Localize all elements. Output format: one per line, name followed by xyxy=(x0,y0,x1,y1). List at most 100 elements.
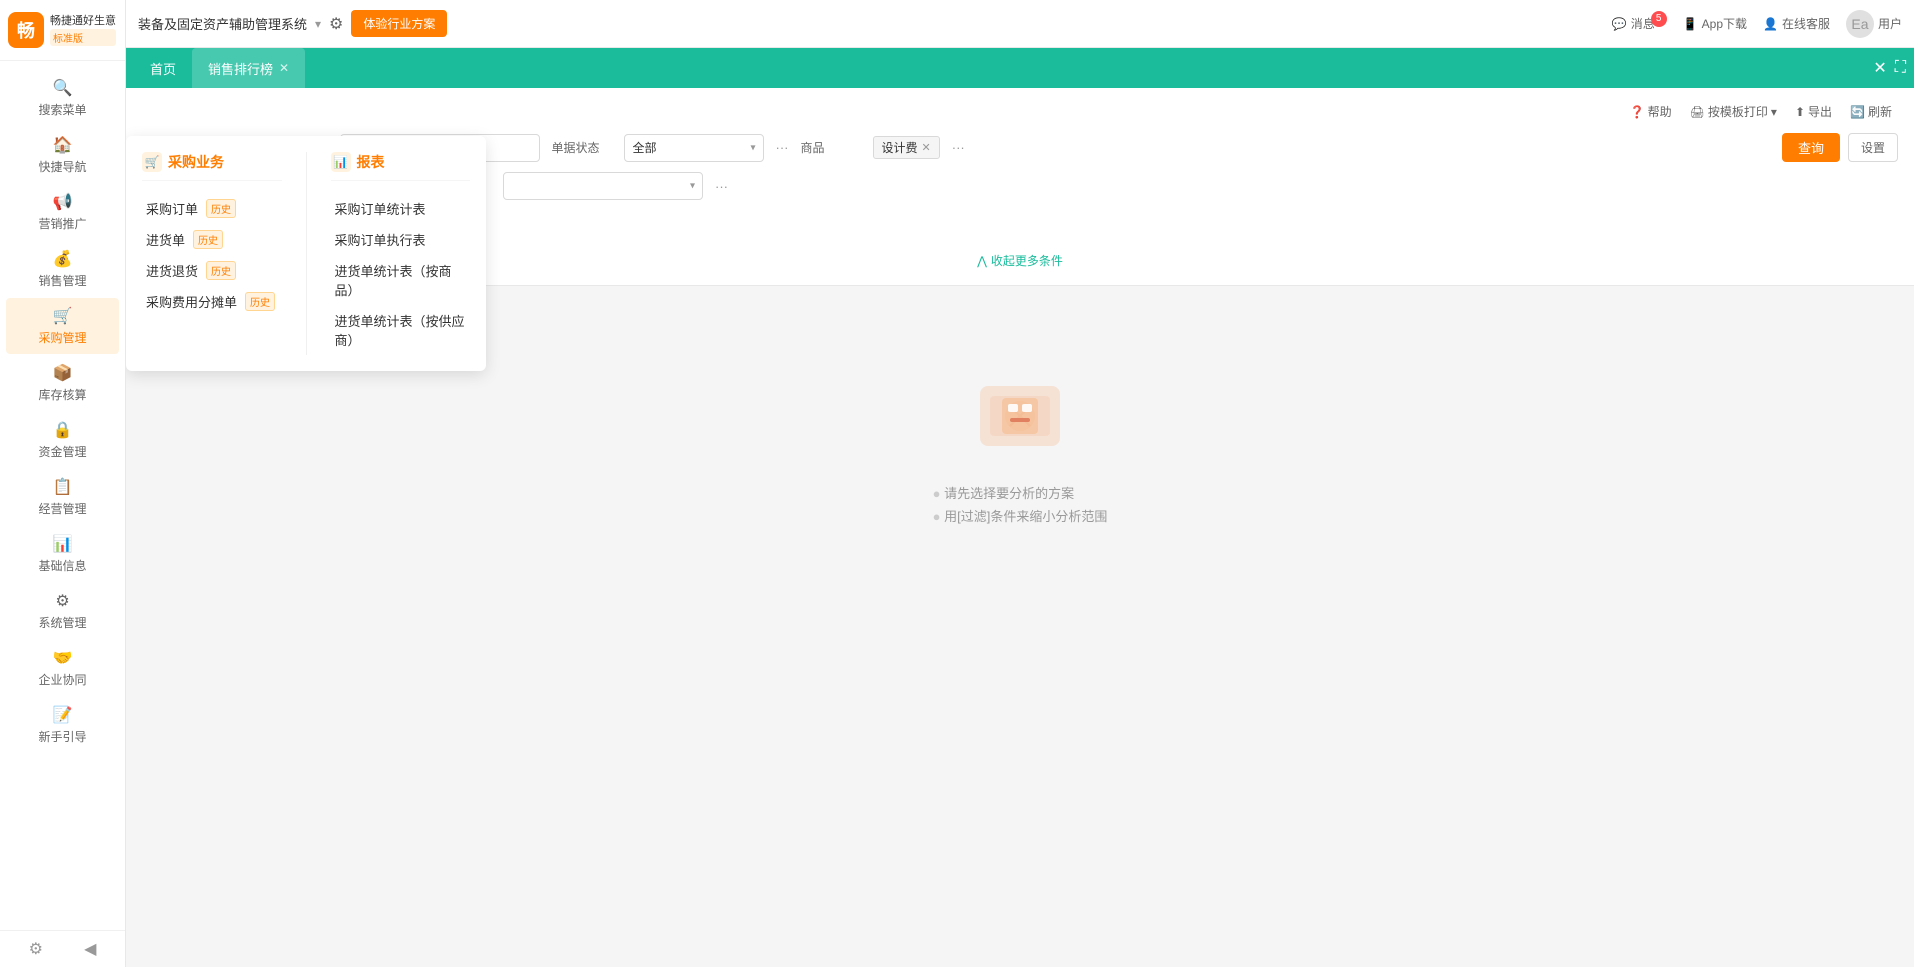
logo-icon: 畅 xyxy=(8,12,44,48)
dropdown-item-goods-in[interactable]: 进货单 历史 xyxy=(142,224,282,255)
empty-tips: 请先选择要分析的方案 用[过滤]条件来缩小分析范围 xyxy=(933,482,1108,529)
query-button[interactable]: 查询 xyxy=(1782,133,1840,162)
dropdown-purchase-title: 🛒 采购业务 xyxy=(142,152,282,181)
sidebar-menu: 🔍搜索菜单🏠快捷导航📢营销推广💰销售管理🛒采购管理📦库存核算🔒资金管理📋经营管理… xyxy=(0,61,125,930)
dropdown-item-goods-in-stat-by-supplier[interactable]: 进货单统计表（按供应商） xyxy=(331,305,471,355)
window-maximize-icon[interactable]: ⛶ xyxy=(1895,59,1906,77)
sidebar-item-operation[interactable]: 📋经营管理 xyxy=(6,469,119,525)
finance-icon: 🔒 xyxy=(53,420,73,440)
sidebar-item-search[interactable]: 🔍搜索菜单 xyxy=(6,70,119,126)
print-icon: 🖨 xyxy=(1690,105,1705,119)
search-icon: 🔍 xyxy=(53,78,73,98)
solution-button[interactable]: 体验行业方案 xyxy=(351,10,447,37)
sidebar-item-guide[interactable]: 📝新手引导 xyxy=(6,697,119,753)
content-area: ❓ 帮助 🖨 按模板打印 ▾ ⬆ 导出 🔄 刷新 xyxy=(126,88,1914,967)
sidebar-item-basic-info[interactable]: 📊基础信息 xyxy=(6,526,119,582)
tab-home[interactable]: 首页 xyxy=(134,48,192,88)
tabbar: 首页 销售排行榜 ✕ ✕ ⛶ xyxy=(126,48,1914,88)
voucher-status-select[interactable]: 全部 xyxy=(624,134,764,162)
voucher-status-select-wrap: 全部 xyxy=(624,134,764,162)
service-icon: 👤 xyxy=(1763,17,1778,31)
online-service-button[interactable]: 👤 在线客服 xyxy=(1763,15,1830,32)
dropdown-menu: 🛒 采购业务 采购订单 历史 进货单 历史 进货退货 历史 采购费用分摊单 xyxy=(126,136,486,371)
sidebar: 畅 畅捷通好生意 标准版 🔍搜索菜单🏠快捷导航📢营销推广💰销售管理🛒采购管理📦库… xyxy=(0,0,126,967)
message-button[interactable]: 💬 消息 5 xyxy=(1612,15,1667,32)
sidebar-item-sales[interactable]: 💰销售管理 xyxy=(6,241,119,297)
print-button[interactable]: 🖨 按模板打印 ▾ xyxy=(1684,100,1783,123)
dropdown-purchase-col: 🛒 采购业务 采购订单 历史 进货单 历史 进货退货 历史 采购费用分摊单 xyxy=(142,152,282,355)
system-icon: ⚙ xyxy=(55,591,69,611)
sidebar-item-quick-nav[interactable]: 🏠快捷导航 xyxy=(6,127,119,183)
refresh-button[interactable]: 🔄 刷新 xyxy=(1844,100,1898,123)
marketing-icon: 📢 xyxy=(53,192,73,212)
settings-icon[interactable]: ⚙ xyxy=(29,939,43,959)
salesperson-select-wrap xyxy=(503,172,703,200)
app-icon: 📱 xyxy=(1683,17,1698,31)
dropdown-divider xyxy=(306,152,307,355)
topbar: 装备及固定资产辅助管理系统 ▾ ⚙ 体验行业方案 💬 消息 5 📱 App下载 … xyxy=(126,0,1914,48)
sidebar-item-enterprise[interactable]: 🤝企业协同 xyxy=(6,640,119,696)
refresh-icon: 🔄 xyxy=(1850,105,1865,119)
dropdown-report-col: 📊 报表 采购订单统计表 采购订单执行表 进货单统计表（按商品） 进货单统计表（… xyxy=(331,152,471,355)
operation-icon: 📋 xyxy=(53,477,73,497)
user-avatar: Ea xyxy=(1846,10,1874,38)
hist-badge-3: 历史 xyxy=(206,261,236,280)
tab-home-label: 首页 xyxy=(150,59,176,78)
voucher-status-label: 单据状态 xyxy=(552,139,612,156)
dropdown-report-title: 📊 报表 xyxy=(331,152,471,181)
salesperson-select[interactable] xyxy=(503,172,703,200)
app-download-button[interactable]: 📱 App下载 xyxy=(1683,15,1747,32)
logo-badge: 标准版 xyxy=(50,29,116,46)
sidebar-item-marketing[interactable]: 📢营销推广 xyxy=(6,184,119,240)
inventory-icon: 📦 xyxy=(53,363,73,383)
collapse-button[interactable]: ⋀ 收起更多条件 xyxy=(965,248,1075,273)
enterprise-icon: 🤝 xyxy=(53,648,73,668)
export-icon: ⬆ xyxy=(1795,105,1805,119)
empty-illustration xyxy=(960,366,1080,466)
goods-dots[interactable]: ··· xyxy=(952,140,965,155)
topbar-right: 💬 消息 5 📱 App下载 👤 在线客服 Ea 用户 xyxy=(1612,10,1902,38)
help-icon: ❓ xyxy=(1630,105,1645,119)
tab-close-icon[interactable]: ✕ xyxy=(279,61,289,75)
main-area: 装备及固定资产辅助管理系统 ▾ ⚙ 体验行业方案 💬 消息 5 📱 App下载 … xyxy=(126,0,1914,967)
dropdown-item-purchase-order[interactable]: 采购订单 历史 xyxy=(142,193,282,224)
topbar-settings-icon[interactable]: ⚙ xyxy=(329,14,343,34)
purchase-icon: 🛒 xyxy=(53,306,73,326)
tab-sales-ranking[interactable]: 销售排行榜 ✕ xyxy=(192,48,305,88)
salesperson-dots[interactable]: ··· xyxy=(715,179,728,194)
guide-icon: 📝 xyxy=(53,705,73,725)
sidebar-item-system[interactable]: ⚙系统管理 xyxy=(6,583,119,639)
basic-info-icon: 📊 xyxy=(53,534,73,554)
logo-area: 畅 畅捷通好生意 标准版 xyxy=(0,0,125,61)
window-close-icon[interactable]: ✕ xyxy=(1873,58,1886,78)
print-arrow-icon: ▾ xyxy=(1771,105,1777,119)
export-button[interactable]: ⬆ 导出 xyxy=(1789,100,1838,123)
goods-label: 商品 xyxy=(801,139,861,156)
settings-button[interactable]: 设置 xyxy=(1848,133,1898,162)
hist-badge-2: 历史 xyxy=(193,230,223,249)
sales-icon: 💰 xyxy=(53,249,73,269)
help-button[interactable]: ❓ 帮助 xyxy=(1624,100,1678,123)
user-menu[interactable]: Ea 用户 xyxy=(1846,10,1902,38)
notification-badge: 5 xyxy=(1651,11,1667,27)
tab-sales-ranking-label: 销售排行榜 xyxy=(208,59,273,78)
dropdown-item-goods-return[interactable]: 进货退货 历史 xyxy=(142,255,282,286)
dropdown-item-purchase-order-stat[interactable]: 采购订单统计表 xyxy=(331,193,471,224)
dropdown-item-purchase-expense[interactable]: 采购费用分摊单 历史 xyxy=(142,286,282,317)
goods-tag: 设计费 ✕ xyxy=(873,136,940,159)
sidebar-bottom: ⚙ ◀ xyxy=(0,930,125,967)
sidebar-item-finance[interactable]: 🔒资金管理 xyxy=(6,412,119,468)
voucher-status-dots[interactable]: ··· xyxy=(776,140,789,155)
goods-tag-close[interactable]: ✕ xyxy=(922,141,931,154)
tabbar-right: ✕ ⛶ xyxy=(1873,58,1906,78)
sidebar-item-inventory[interactable]: 📦库存核算 xyxy=(6,355,119,411)
message-icon: 💬 xyxy=(1612,17,1627,31)
dropdown-item-goods-in-stat-by-goods[interactable]: 进货单统计表（按商品） xyxy=(331,255,471,305)
topbar-arrow-icon: ▾ xyxy=(315,17,321,31)
topbar-title: 装备及固定资产辅助管理系统 xyxy=(138,14,307,33)
report-title-icon: 📊 xyxy=(331,152,351,172)
collapse-sidebar-icon[interactable]: ◀ xyxy=(84,939,96,959)
dropdown-item-purchase-order-exec[interactable]: 采购订单执行表 xyxy=(331,224,471,255)
hist-badge-4: 历史 xyxy=(245,292,275,311)
sidebar-item-purchase[interactable]: 🛒采购管理 xyxy=(6,298,119,354)
